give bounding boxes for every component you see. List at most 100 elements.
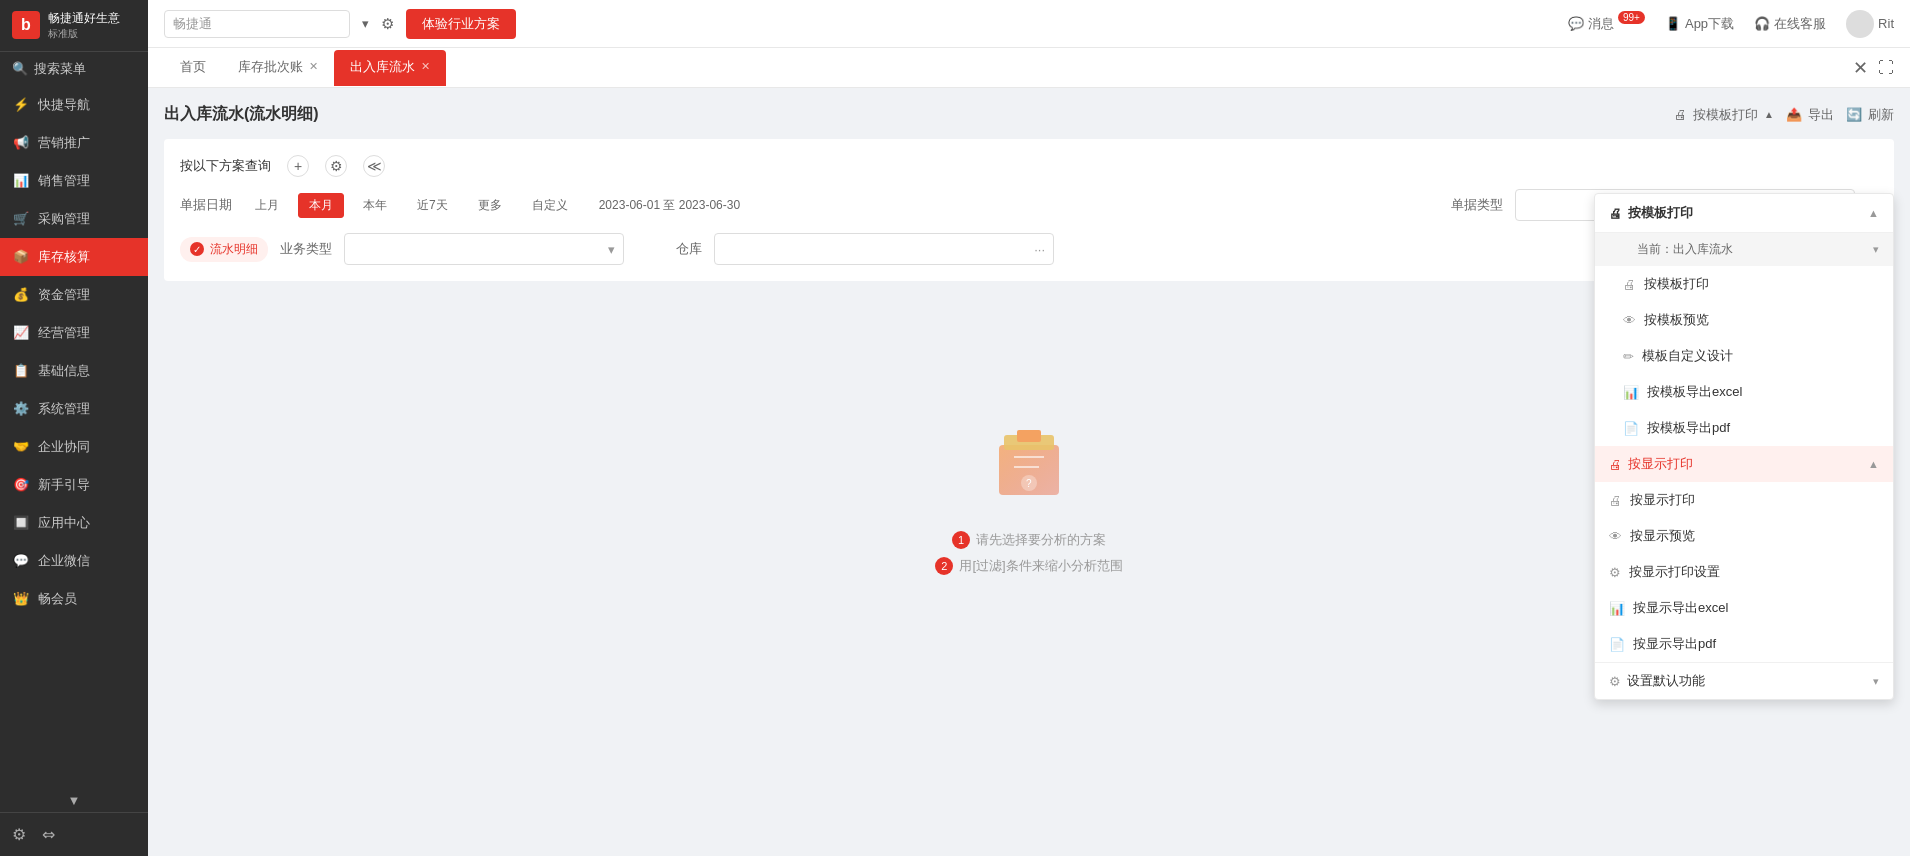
app-download-button[interactable]: 📱 App下载 — [1665, 15, 1734, 33]
filter-add-button[interactable]: + — [287, 155, 309, 177]
sidebar-item-basic[interactable]: 📋 基础信息 — [0, 352, 148, 390]
warehouse-input[interactable]: ··· — [714, 233, 1054, 265]
dropdown-item-label: 按模板导出excel — [1647, 383, 1742, 401]
template-excel-icon: 📊 — [1623, 385, 1639, 400]
warehouse-label: 仓库 — [676, 240, 702, 258]
date-btn-more[interactable]: 更多 — [467, 193, 513, 218]
dropdown-item-template-print[interactable]: 🖨 按模板打印 — [1595, 266, 1893, 302]
settings-bottom-icon[interactable]: ⚙ — [12, 825, 26, 844]
dropdown-current-chevron[interactable]: ▾ — [1873, 243, 1879, 256]
sidebar-item-guide[interactable]: 🎯 新手引导 — [0, 466, 148, 504]
dropdown-item-display-settings[interactable]: ⚙ 按显示打印设置 — [1595, 554, 1893, 590]
date-btn-current-month[interactable]: 本月 — [298, 193, 344, 218]
message-badge: 99+ — [1618, 11, 1645, 24]
tab-batch[interactable]: 库存批次账 ✕ — [222, 50, 334, 86]
sidebar-nav: ⚡ 快捷导航 📢 营销推广 📊 销售管理 🛒 采购管理 📦 库存核算 💰 资金管… — [0, 86, 148, 789]
date-range-display: 2023-06-01 至 2023-06-30 — [599, 197, 740, 214]
filter-tag-label: 流水明细 — [210, 241, 258, 258]
app-name: 畅捷通好生意 — [48, 10, 120, 27]
date-filter-label: 单据日期 — [180, 196, 232, 214]
dropdown-item-display-preview[interactable]: 👁 按显示预览 — [1595, 518, 1893, 554]
sidebar-bottom: ⚙ ⇔ — [0, 812, 148, 856]
print-chevron-up-icon: ▲ — [1764, 109, 1774, 120]
online-service-icon: 🎧 — [1754, 16, 1770, 31]
app-download-label: App下载 — [1685, 15, 1734, 33]
template-pdf-icon: 📄 — [1623, 421, 1639, 436]
sidebar-item-wechat[interactable]: 💬 企业微信 — [0, 542, 148, 580]
maximize-window-icon[interactable]: ⛶ — [1878, 59, 1894, 77]
header-dropdown-icon[interactable]: ▾ — [362, 16, 369, 31]
sidebar-item-system[interactable]: ⚙️ 系统管理 — [0, 390, 148, 428]
sidebar-scroll-down[interactable]: ▼ — [0, 789, 148, 812]
sidebar-item-label: 应用中心 — [38, 514, 90, 532]
dropdown-item-label: 按模板导出pdf — [1647, 419, 1730, 437]
top-header: ▾ ⚙ 体验行业方案 💬 消息 99+ 📱 App下载 🎧 在线客服 Rit — [148, 0, 1910, 48]
dropdown-item-label: 按模板打印 — [1644, 275, 1709, 293]
date-btn-last-7[interactable]: 近7天 — [406, 193, 459, 218]
inventory-icon: 📦 — [12, 248, 30, 266]
header-search-input[interactable] — [164, 10, 350, 38]
date-btn-custom[interactable]: 自定义 — [521, 193, 579, 218]
dropdown-chevron-up-icon[interactable]: ▲ — [1868, 207, 1879, 219]
tab-flow-close[interactable]: ✕ — [421, 60, 430, 73]
sidebar-item-label: 采购管理 — [38, 210, 90, 228]
filter-config-button[interactable]: ⚙ — [325, 155, 347, 177]
dropdown-item-display-excel[interactable]: 📊 按显示导出excel — [1595, 590, 1893, 626]
dropdown-item-display-pdf[interactable]: 📄 按显示导出pdf — [1595, 626, 1893, 662]
date-btn-current-year[interactable]: 本年 — [352, 193, 398, 218]
system-icon: ⚙️ — [12, 400, 30, 418]
sidebar-item-operations[interactable]: 📈 经营管理 — [0, 314, 148, 352]
sidebar-search-label: 搜索菜单 — [34, 60, 86, 78]
close-window-icon[interactable]: ✕ — [1853, 57, 1868, 79]
export-button[interactable]: 📤 导出 — [1786, 106, 1834, 124]
sidebar-item-finance[interactable]: 💰 资金管理 — [0, 276, 148, 314]
sidebar-item-inventory[interactable]: 📦 库存核算 — [0, 238, 148, 276]
page-title-bar: 出入库流水(流水明细) 🖨 按模板打印 ▲ 📤 导出 🔄 刷新 — [164, 104, 1894, 125]
dropdown-default-func[interactable]: ⚙ 设置默认功能 ▾ — [1595, 662, 1893, 699]
refresh-button[interactable]: 🔄 刷新 — [1846, 106, 1894, 124]
print-panel-icon: 🖨 — [1609, 206, 1622, 221]
business-type-select[interactable]: ▾ — [344, 233, 624, 265]
page-content: 出入库流水(流水明细) 🖨 按模板打印 ▲ 📤 导出 🔄 刷新 — [148, 88, 1910, 856]
sidebar-item-member[interactable]: 👑 畅会员 — [0, 580, 148, 618]
date-btn-last-month[interactable]: 上月 — [244, 193, 290, 218]
sidebar-search[interactable]: 🔍 搜索菜单 — [0, 52, 148, 86]
dropdown-item-template-preview[interactable]: 👁 按模板预览 — [1595, 302, 1893, 338]
search-icon: 🔍 — [12, 61, 28, 76]
empty-step-1: 1 请先选择要分析的方案 — [952, 531, 1106, 549]
message-button[interactable]: 💬 消息 99+ — [1568, 15, 1645, 33]
sidebar-item-apps[interactable]: 🔲 应用中心 — [0, 504, 148, 542]
tab-batch-close[interactable]: ✕ — [309, 60, 318, 73]
sidebar-item-sales[interactable]: 📊 销售管理 — [0, 162, 148, 200]
print-template-dropdown[interactable]: 🖨 按模板打印 ▲ — [1674, 106, 1774, 124]
dropdown-item-template-pdf[interactable]: 📄 按模板导出pdf — [1595, 410, 1893, 446]
default-func-icon: ⚙ — [1609, 674, 1621, 689]
tab-flow[interactable]: 出入库流水 ✕ — [334, 50, 446, 86]
sidebar-item-cooperation[interactable]: 🤝 企业协同 — [0, 428, 148, 466]
guide-icon: 🎯 — [12, 476, 30, 494]
industry-solution-button[interactable]: 体验行业方案 — [406, 9, 516, 39]
collapse-sidebar-icon[interactable]: ⇔ — [42, 825, 55, 844]
dropdown-item-display-print[interactable]: 🖨 按显示打印 — [1595, 482, 1893, 518]
user-avatar[interactable]: Rit — [1846, 10, 1894, 38]
empty-step-2: 2 用[过滤]条件来缩小分析范围 — [935, 557, 1122, 575]
dropdown-item-template-excel[interactable]: 📊 按模板导出excel — [1595, 374, 1893, 410]
basic-icon: 📋 — [12, 362, 30, 380]
tabs-bar: 首页 库存批次账 ✕ 出入库流水 ✕ ✕ ⛶ — [148, 48, 1910, 88]
dropdown-panel-title: 按模板打印 — [1628, 204, 1693, 222]
sidebar-item-marketing[interactable]: 📢 营销推广 — [0, 124, 148, 162]
filter-collapse-left-button[interactable]: ≪ — [363, 155, 385, 177]
online-service-button[interactable]: 🎧 在线客服 — [1754, 15, 1826, 33]
tab-home[interactable]: 首页 — [164, 50, 222, 86]
filter-tag-detail[interactable]: ✓ 流水明细 — [180, 237, 268, 262]
display-print-icon: 🖨 — [1609, 493, 1622, 508]
sales-icon: 📊 — [12, 172, 30, 190]
default-func-label: 设置默认功能 — [1627, 672, 1705, 690]
sidebar-item-label: 库存核算 — [38, 248, 90, 266]
dropdown-item-template-custom[interactable]: ✏ 模板自定义设计 — [1595, 338, 1893, 374]
dropdown-display-section[interactable]: 🖨 按显示打印 ▲ — [1595, 446, 1893, 482]
header-gear-icon[interactable]: ⚙ — [381, 15, 394, 33]
sidebar-item-purchase[interactable]: 🛒 采购管理 — [0, 200, 148, 238]
sidebar-item-shortcut[interactable]: ⚡ 快捷导航 — [0, 86, 148, 124]
default-func-chevron: ▾ — [1873, 675, 1879, 688]
